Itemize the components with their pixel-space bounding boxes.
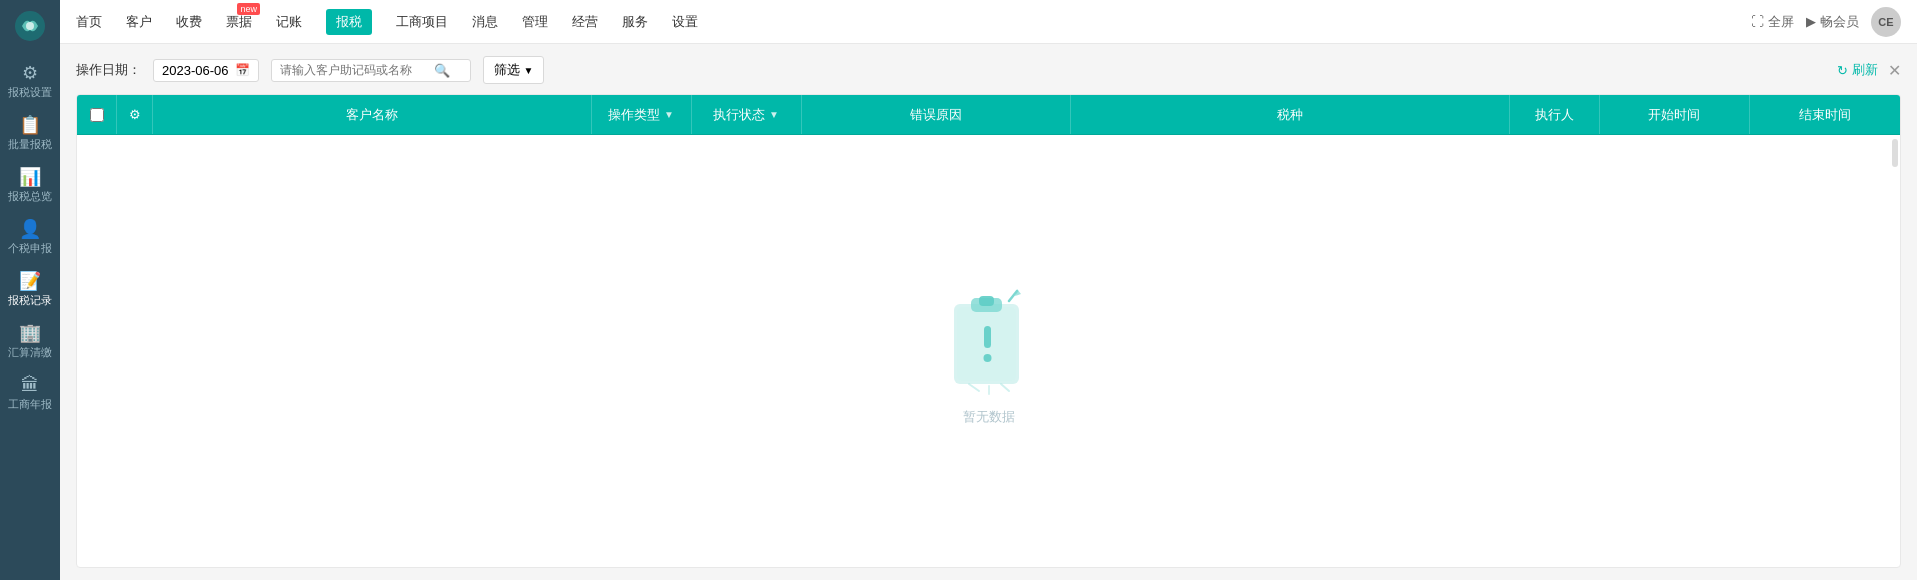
col-label-exec-status: 执行状态 [713,106,765,124]
svg-line-8 [1009,291,1017,301]
th-client-name: 客户名称 [153,95,592,134]
nav-item-management[interactable]: 管理 [522,9,548,35]
refresh-button[interactable]: ↻ 刷新 [1837,61,1878,79]
sidebar-item-baoshui-shezhi[interactable]: ⚙ 报税设置 [4,56,56,108]
fullscreen-btn[interactable]: ⛶ 全屏 [1751,13,1794,31]
refresh-icon: ↻ [1837,63,1848,78]
fullscreen-label: 全屏 [1768,13,1794,31]
nav-right: ⛶ 全屏 ▶ 畅会员 CE [1751,7,1901,37]
huisuan-qingjiao-icon: 🏢 [19,324,41,342]
sidebar-item-gongshang-nianbao[interactable]: 🏛 工商年报 [4,368,56,420]
close-button[interactable]: ✕ [1888,61,1901,80]
top-nav: 首页客户收费票据new 记账报税工商项目消息管理经营服务设置 ⛶ 全屏 ▶ 畅会员… [60,0,1917,44]
date-label: 操作日期： [76,61,141,79]
baoshui-zongjian-label: 报税总览 [8,189,52,204]
sidebar-item-geshuishenqing[interactable]: 👤 个税申报 [4,212,56,264]
col-label-start-time: 开始时间 [1648,106,1700,124]
huisuan-qingjiao-label: 汇算清缴 [8,345,52,360]
nav-item-home[interactable]: 首页 [76,9,102,35]
nav-item-accounting[interactable]: 记账 [276,9,302,35]
col-label-error: 错误原因 [910,106,962,124]
scrollbar-thumb [1892,139,1898,167]
filter-icon-status: ▼ [769,109,779,120]
th-gear: ⚙ [117,95,153,134]
toolbar: 操作日期： 2023-06-06 📅 🔍 筛选 ▼ ↻ 刷新 ✕ [76,56,1901,84]
svg-point-7 [983,354,991,362]
nav-item-invoice[interactable]: 票据new [226,9,252,35]
baoshui-shezhi-label: 报税设置 [8,85,52,100]
search-box: 🔍 [271,59,471,82]
nav-item-settings[interactable]: 设置 [672,9,698,35]
table-container: ⚙ 客户名称 操作类型 ▼ 执行状态 ▼ 错误原因 税种 [76,94,1901,568]
empty-text: 暂无数据 [963,408,1015,426]
nav-item-operations[interactable]: 经营 [572,9,598,35]
chevron-down-icon: ▼ [524,65,534,76]
filter-icon-op: ▼ [664,109,674,120]
svg-point-1 [26,22,34,30]
svg-line-12 [1001,384,1009,391]
empty-illustration [929,276,1049,396]
svg-rect-6 [984,326,991,348]
sidebar-item-baoshui-jilu[interactable]: 📝 报税记录 [4,264,56,316]
col-label-end-time: 结束时间 [1799,106,1851,124]
toolbar-right: ↻ 刷新 ✕ [1837,61,1901,80]
gear-icon[interactable]: ⚙ [129,107,141,122]
date-picker[interactable]: 2023-06-06 📅 [153,59,259,82]
th-exec-status[interactable]: 执行状态 ▼ [692,95,802,134]
date-value: 2023-06-06 [162,63,229,78]
sidebar-item-piliang-baoshui[interactable]: 📋 批量报税 [4,108,56,160]
geshuishenqing-icon: 👤 [19,220,41,238]
vip-btn[interactable]: ▶ 畅会员 [1806,13,1859,31]
geshuishenqing-label: 个税申报 [8,241,52,256]
app-logo[interactable] [12,8,48,44]
baoshui-shezhi-icon: ⚙ [22,64,38,82]
th-tax-type: 税种 [1071,95,1510,134]
filter-label: 筛选 [494,61,520,79]
piliang-baoshui-label: 批量报税 [8,137,52,152]
fullscreen-icon: ⛶ [1751,14,1764,29]
nav-item-billing[interactable]: 收费 [176,9,202,35]
th-end-time: 结束时间 [1750,95,1900,134]
col-label-exec-person: 执行人 [1535,106,1574,124]
th-exec-person: 执行人 [1510,95,1600,134]
baoshui-jilu-label: 报税记录 [8,293,52,308]
baoshui-zongjian-icon: 📊 [19,168,41,186]
nav-item-messages[interactable]: 消息 [472,9,498,35]
th-checkbox [77,95,117,134]
sidebar-item-baoshui-zongjian[interactable]: 📊 报税总览 [4,160,56,212]
search-input[interactable] [280,63,430,77]
refresh-label: 刷新 [1852,61,1878,79]
col-label-op-type: 操作类型 [608,106,660,124]
empty-state: 暂无数据 [77,135,1900,567]
gongshang-nianbao-label: 工商年报 [8,397,52,412]
baoshui-jilu-icon: 📝 [19,272,41,290]
col-label-tax: 税种 [1277,106,1303,124]
vip-icon: ▶ [1806,14,1816,29]
th-error-reason: 错误原因 [802,95,1072,134]
avatar[interactable]: CE [1871,7,1901,37]
svg-rect-5 [979,296,994,306]
nav-item-service[interactable]: 服务 [622,9,648,35]
th-start-time: 开始时间 [1600,95,1750,134]
th-op-type[interactable]: 操作类型 ▼ [592,95,692,134]
nav-item-business[interactable]: 工商项目 [396,9,448,35]
filter-button[interactable]: 筛选 ▼ [483,56,545,84]
vip-label: 畅会员 [1820,13,1859,31]
nav-item-tax[interactable]: 报税 [326,9,372,35]
nav-item-clients[interactable]: 客户 [126,9,152,35]
sidebar: ⚙ 报税设置 📋 批量报税 📊 报税总览 👤 个税申报 📝 报税记录 🏢 汇算清… [0,0,60,580]
search-icon: 🔍 [434,63,450,78]
svg-line-10 [969,384,979,391]
col-label-client: 客户名称 [346,106,398,124]
badge-new-invoice: new [237,3,260,16]
gongshang-nianbao-icon: 🏛 [21,376,39,394]
content-area: 操作日期： 2023-06-06 📅 🔍 筛选 ▼ ↻ 刷新 ✕ [60,44,1917,580]
piliang-baoshui-icon: 📋 [19,116,41,134]
table-header: ⚙ 客户名称 操作类型 ▼ 执行状态 ▼ 错误原因 税种 [77,95,1900,135]
sidebar-item-huisuan-qingjiao[interactable]: 🏢 汇算清缴 [4,316,56,368]
main-area: 首页客户收费票据new 记账报税工商项目消息管理经营服务设置 ⛶ 全屏 ▶ 畅会员… [60,0,1917,580]
calendar-icon: 📅 [235,63,250,77]
select-all-checkbox[interactable] [90,108,104,122]
avatar-text: CE [1878,16,1893,28]
